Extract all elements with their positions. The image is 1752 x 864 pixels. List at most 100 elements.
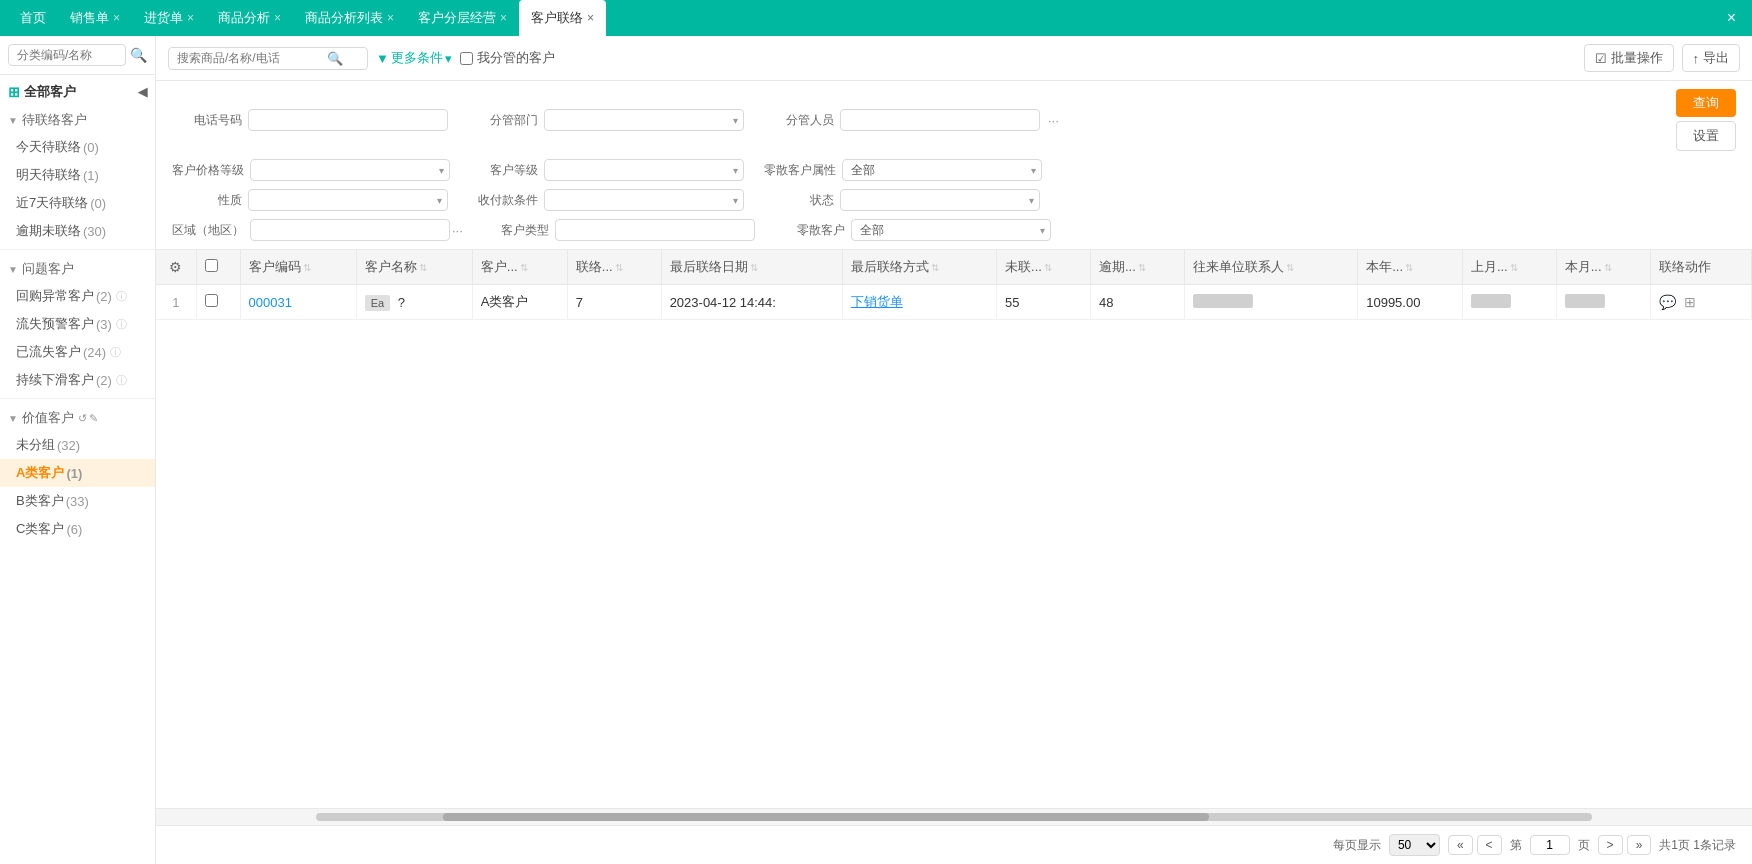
filter-pay-condition: 收付款条件 ▾ — [468, 189, 748, 211]
person-more-icon[interactable]: ··· — [1048, 113, 1059, 128]
table-settings-icon[interactable]: ⚙ — [169, 259, 182, 275]
name-text: ? — [398, 295, 405, 310]
nav-purchase[interactable]: 进货单 × — [132, 0, 206, 36]
sidebar-search-icon[interactable]: 🔍 — [130, 47, 147, 63]
cell-last-contact-method[interactable]: 下销货单 — [842, 285, 996, 320]
page-number-input[interactable] — [1530, 835, 1570, 855]
sidebar-item-class-a[interactable]: A类客户 (1) — [0, 459, 155, 487]
th-this-year[interactable]: 本年... ⇅ — [1358, 250, 1463, 285]
sidebar-item-churned[interactable]: 已流失客户 (24) ⓘ — [0, 338, 155, 366]
sidebar-item-class-b[interactable]: B类客户 (33) — [0, 487, 155, 515]
nav-product-analysis-list-close[interactable]: × — [387, 11, 394, 25]
filter-search-input[interactable] — [177, 51, 327, 65]
status-input[interactable] — [840, 189, 1040, 211]
region-dots-icon[interactable]: ··· — [452, 223, 463, 238]
edit-icon[interactable]: ✎ — [89, 412, 98, 425]
horizontal-scrollbar[interactable] — [316, 813, 1593, 821]
region-input[interactable] — [250, 219, 450, 241]
price-level-input[interactable] — [250, 159, 450, 181]
collapse-icon[interactable]: ◀ — [138, 85, 147, 99]
select-all-checkbox[interactable] — [205, 259, 218, 272]
batch-action-btn[interactable]: ☑ 批量操作 — [1584, 44, 1674, 72]
nav-sales[interactable]: 销售单 × — [58, 0, 132, 36]
sidebar-search-input[interactable] — [8, 44, 126, 66]
th-settings[interactable]: ⚙ — [156, 250, 196, 285]
settings-button[interactable]: 设置 — [1676, 121, 1736, 151]
th-last-month[interactable]: 上月... ⇅ — [1462, 250, 1556, 285]
first-page-btn[interactable]: « — [1448, 835, 1473, 855]
close-all-tabs[interactable]: × — [1719, 9, 1744, 27]
th-last-contact-method[interactable]: 最后联络方式 ⇅ — [842, 250, 996, 285]
nav-customer-segment-close[interactable]: × — [500, 11, 507, 25]
nav-customer-segment[interactable]: 客户分层经营 × — [406, 0, 519, 36]
export-btn[interactable]: ↑ 导出 — [1682, 44, 1741, 72]
cell-checkbox[interactable] — [196, 285, 240, 320]
customer-level-input[interactable] — [544, 159, 744, 181]
problem-customers-header[interactable]: ▼ 问题客户 — [0, 254, 155, 282]
retail-attr-input[interactable] — [842, 159, 1042, 181]
customer-type-input[interactable] — [555, 219, 755, 241]
sidebar-item-churn-warning[interactable]: 流失预警客户 (3) ⓘ — [0, 310, 155, 338]
filter-search-icon[interactable]: 🔍 — [327, 51, 343, 66]
th-this-month[interactable]: 本月... ⇅ — [1556, 250, 1650, 285]
last-page-btn[interactable]: » — [1627, 835, 1652, 855]
cell-name[interactable]: Ea ? — [356, 285, 472, 320]
page-size-select[interactable]: 50 100 200 — [1389, 834, 1440, 856]
th-checkbox[interactable] — [196, 250, 240, 285]
filter-retail-customer: 零散客户 ▾ — [775, 219, 1055, 241]
next-page-btn[interactable]: > — [1598, 835, 1623, 855]
my-customers-checkbox[interactable]: 我分管的客户 — [460, 49, 555, 67]
sidebar-item-overdue-contact[interactable]: 逾期未联络 (30) — [0, 217, 155, 245]
last-contact-method-link[interactable]: 下销货单 — [851, 294, 903, 309]
qr-icon[interactable]: ⊞ — [1684, 294, 1696, 310]
unit-contact-placeholder — [1193, 294, 1253, 308]
person-input[interactable] — [840, 109, 1040, 131]
more-filters-btn[interactable]: ▼ 更多条件 ▾ — [376, 49, 452, 67]
nature-input[interactable] — [248, 189, 448, 211]
nav-product-analysis-list[interactable]: 商品分析列表 × — [293, 0, 406, 36]
th-last-contact-date[interactable]: 最后联络日期 ⇅ — [661, 250, 842, 285]
nav-purchase-close[interactable]: × — [187, 11, 194, 25]
table-header-row: ⚙ 客户编码 ⇅ 客户名称 — [156, 250, 1752, 285]
nav-customer-contact-close[interactable]: × — [587, 11, 594, 25]
sidebar-item-class-c[interactable]: C类客户 (6) — [0, 515, 155, 543]
batch-icon: ☑ — [1595, 51, 1607, 66]
dept-select-wrapper: ▾ — [544, 109, 744, 131]
th-uncontacted[interactable]: 未联... ⇅ — [997, 250, 1091, 285]
nav-home[interactable]: 首页 — [8, 0, 58, 36]
th-code[interactable]: 客户编码 ⇅ — [240, 250, 356, 285]
value-customers-header[interactable]: ▼ 价值客户 ↺ ✎ — [0, 403, 155, 431]
dept-input[interactable] — [544, 109, 744, 131]
chat-icon[interactable]: 💬 — [1659, 294, 1676, 310]
th-contact-count[interactable]: 联络... ⇅ — [567, 250, 661, 285]
sidebar-item-unclassified[interactable]: 未分组 (32) — [0, 431, 155, 459]
nav-customer-contact[interactable]: 客户联络 × — [519, 0, 606, 36]
th-overdue[interactable]: 逾期... ⇅ — [1090, 250, 1184, 285]
all-customers-header[interactable]: ⊞ 全部客户 ◀ — [0, 75, 155, 105]
sidebar-item-declining[interactable]: 持续下滑客户 (2) ⓘ — [0, 366, 155, 394]
sort-icon-contact: ⇅ — [615, 262, 623, 273]
query-button[interactable]: 查询 — [1676, 89, 1736, 117]
name-badge: Ea — [365, 295, 390, 311]
prev-page-btn[interactable]: < — [1477, 835, 1502, 855]
row-checkbox[interactable] — [205, 294, 218, 307]
retail-customer-input[interactable] — [851, 219, 1051, 241]
sort-icon-date: ⇅ — [750, 262, 758, 273]
sidebar-item-today-contact[interactable]: 今天待联络 (0) — [0, 133, 155, 161]
sidebar-item-7days-contact[interactable]: 近7天待联络 (0) — [0, 189, 155, 217]
pending-contact-header[interactable]: ▼ 待联络客户 — [0, 105, 155, 133]
sidebar-item-repurchase-abnormal[interactable]: 回购异常客户 (2) ⓘ — [0, 282, 155, 310]
cell-code[interactable]: 000031 — [240, 285, 356, 320]
nav-product-analysis-close[interactable]: × — [274, 11, 281, 25]
nav-product-analysis[interactable]: 商品分析 × — [206, 0, 293, 36]
th-customer-level[interactable]: 客户... ⇅ — [472, 250, 567, 285]
my-customers-check[interactable] — [460, 52, 473, 65]
refresh-icon[interactable]: ↺ — [78, 412, 87, 425]
th-unit-contact[interactable]: 往来单位联系人 ⇅ — [1184, 250, 1357, 285]
sidebar-item-tomorrow-contact[interactable]: 明天待联络 (1) — [0, 161, 155, 189]
phone-input[interactable] — [248, 109, 448, 131]
scrollbar-thumb[interactable] — [443, 813, 1209, 821]
th-name[interactable]: 客户名称 ⇅ — [356, 250, 472, 285]
nav-sales-close[interactable]: × — [113, 11, 120, 25]
pay-condition-input[interactable] — [544, 189, 744, 211]
